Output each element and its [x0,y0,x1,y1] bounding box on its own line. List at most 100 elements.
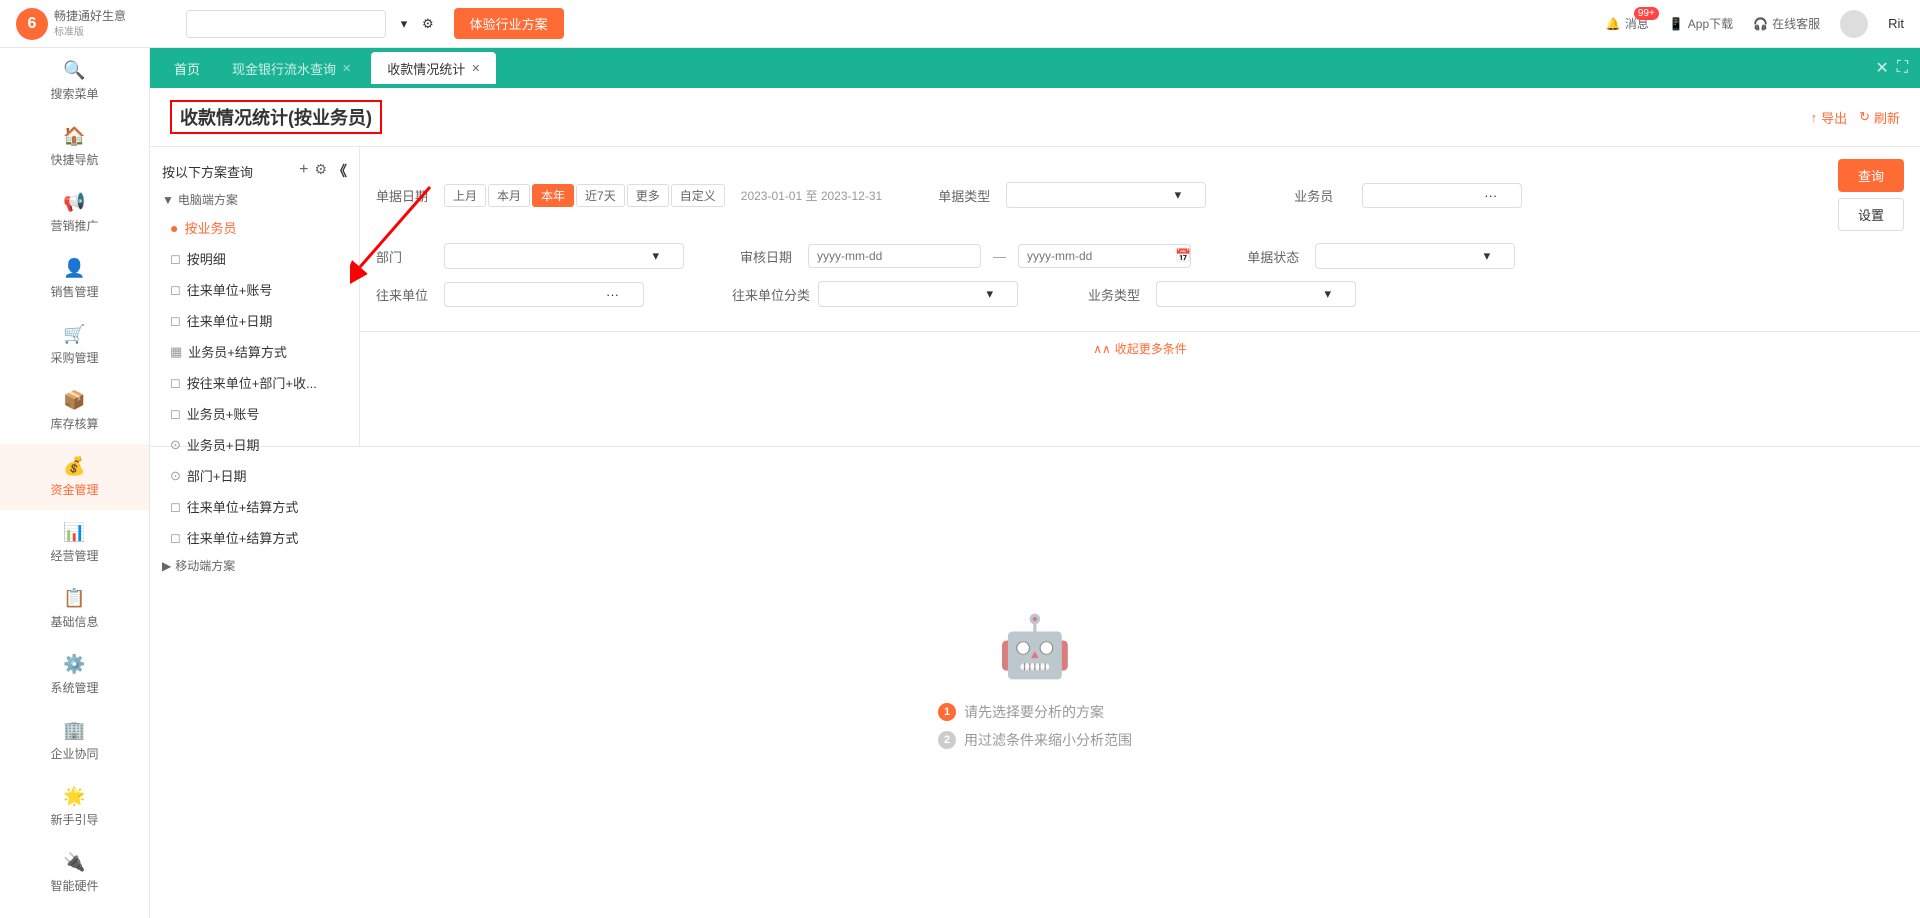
filter-row-1: 单据日期 上月 本月 本年 近7天 更多 自定义 2023-01-01 至 20… [376,159,1904,231]
tab-home[interactable]: 首页 [162,52,212,84]
scheme-item-partner-account[interactable]: ◻ 往来单位+账号 [150,274,359,305]
tab-close-bank-flow[interactable]: ✕ [342,62,351,75]
date-tab-7days[interactable]: 近7天 [576,184,625,207]
scheme-add-btn[interactable]: + [299,161,308,181]
dept-date-icon: ⊙ [170,468,181,484]
sidebar-label-search-menu: 搜索菜单 [50,85,98,102]
date-tab-more[interactable]: 更多 [627,184,669,207]
tab-collection-stats[interactable]: 收款情况统计 ✕ [371,52,496,84]
smart-hw-icon: 🔌 [63,852,85,873]
sidebar-item-marketing[interactable]: 📢 营销推广 [0,180,149,246]
scheme-item-partner-settle2[interactable]: ◻ 往来单位+结算方式 [150,522,359,553]
sidebar-item-system[interactable]: ⚙️ 系统管理 [0,642,149,708]
scheme-item-by-detail[interactable]: ◻ 按明细 [150,243,359,274]
date-tab-this-month[interactable]: 本月 [488,184,530,207]
calendar-icon-start[interactable]: 📅 [1175,248,1191,264]
messages-item[interactable]: 🔔 消息 99+ [1606,15,1649,32]
messages-badge: 99+ [1634,7,1659,20]
filter-dept-item: 部门 ▾ [376,243,684,269]
scheme-item-partner-settle1[interactable]: ◻ 往来单位+结算方式 [150,491,359,522]
page-actions: ↑ 导出 ↻ 刷新 [1811,108,1900,127]
scheme-item-salesperson-settle[interactable]: ▦ 业务员+结算方式 [150,336,359,367]
scheme-item-by-salesperson[interactable]: ● 按业务员 [150,212,359,243]
header-dropdown-icon[interactable]: ▾ [394,14,414,34]
sidebar-item-guide[interactable]: 🌟 新手引导 [0,774,149,840]
sidebar-item-finance[interactable]: 💰 资金管理 [0,444,149,510]
scheme-item-dept-date[interactable]: ⊙ 部门+日期 [150,460,359,491]
settings-btn[interactable]: 设置 [1838,198,1904,231]
partner-more-icon[interactable]: ··· [606,287,619,302]
biz-type-label: 业务类型 [1088,285,1148,304]
doc-status-select[interactable]: ▾ [1315,243,1515,269]
sidebar-label-purchase: 采购管理 [50,349,98,366]
partner-select[interactable]: ··· [444,282,644,307]
sidebar-item-sales[interactable]: 👤 销售管理 [0,246,149,312]
salesperson-icon: ● [170,220,178,236]
settings-icon[interactable]: ⚙ [422,16,434,32]
scheme-settings-btn[interactable]: ⚙ [314,161,327,181]
filter-partner-category-item: 往来单位分类 ▾ [732,281,1032,307]
sidebar-label-smart-hw: 智能硬件 [50,877,98,894]
date-tab-custom[interactable]: 自定义 [671,184,725,207]
user-avatar[interactable] [1840,10,1868,38]
collapse-chevron-icon: ∧∧ [1093,342,1111,356]
edition-badge: 标准版 [54,23,126,38]
collapse-bar[interactable]: ∧∧ 收起更多条件 [360,331,1920,365]
filter-doc-status-item: 单据状态 ▾ [1247,243,1547,269]
sidebar-item-search-menu[interactable]: 🔍 搜索菜单 [0,48,149,114]
sidebar-item-wechat[interactable]: 💬 企业微信 [0,906,149,918]
salesperson-select[interactable]: ··· [1362,183,1522,208]
tab-bank-flow[interactable]: 现金银行流水查询 ✕ [216,52,367,84]
refresh-btn[interactable]: ↻ 刷新 [1859,108,1900,127]
export-btn[interactable]: ↑ 导出 [1811,108,1848,127]
page-title: 收款情况统计(按业务员) [170,100,382,134]
dept-select[interactable]: ▾ [444,243,684,269]
trial-btn[interactable]: 体验行业方案 [454,8,564,39]
user-name[interactable]: Rit [1888,16,1904,31]
main-layout: 🔍 搜索菜单 🏠 快捷导航 📢 营销推广 👤 销售管理 🛒 采购管理 📦 库存核… [0,48,1920,918]
tab-close-collection-stats[interactable]: ✕ [471,62,480,75]
scheme-item-partner-dept[interactable]: ◻ 按往来单位+部门+收... [150,367,359,398]
salesperson-chevron-icon: ··· [1484,188,1497,203]
doc-status-chevron-icon: ▾ [1484,248,1491,264]
sidebar-label-operations: 经营管理 [50,547,98,564]
tab-bar: 首页 现金银行流水查询 ✕ 收款情况统计 ✕ ✕ ⛶ [150,48,1920,88]
tab-bar-close-icon[interactable]: ✕ [1875,58,1888,78]
page-header: 收款情况统计(按业务员) ↑ 导出 ↻ 刷新 [150,88,1920,147]
sidebar-item-operations[interactable]: 📊 经营管理 [0,510,149,576]
scheme-category-mobile[interactable]: ▶ 移动端方案 [150,553,359,578]
sidebar-item-quick-nav[interactable]: 🏠 快捷导航 [0,114,149,180]
doc-type-select[interactable]: ▾ [1006,182,1206,208]
step-num-2: 2 [938,731,956,749]
biz-type-select[interactable]: ▾ [1156,281,1356,307]
online-service-item[interactable]: 🎧 在线客服 [1753,15,1820,32]
query-btn[interactable]: 查询 [1838,159,1904,192]
scheme-category-desktop[interactable]: ▼ 电脑端方案 [150,187,359,212]
scheme-item-salesperson-account[interactable]: ◻ 业务员+账号 [150,398,359,429]
dept-label: 部门 [376,247,436,266]
review-date-end[interactable] [1018,244,1191,268]
doc-type-label: 单据类型 [938,186,998,205]
filter-panel: 按以下方案查询 + ⚙ 《 ▼ 电脑端方案 ● 按业务 [150,147,1920,447]
sidebar-item-enterprise[interactable]: 🏢 企业协同 [0,708,149,774]
scheme-item-partner-date[interactable]: ◻ 往来单位+日期 [150,305,359,336]
filter-actions: 查询 设置 [1838,159,1904,231]
date-tab-last-month[interactable]: 上月 [444,184,486,207]
review-date-start[interactable] [808,244,981,268]
scheme-item-salesperson-date[interactable]: ⊙ 业务员+日期 [150,429,359,460]
date-tab-this-year[interactable]: 本年 [532,184,574,207]
scheme-collapse-btn[interactable]: 《 [333,161,347,181]
salesperson-account-icon: ◻ [170,406,181,422]
sidebar-label-sales: 销售管理 [50,283,98,300]
app-download-item[interactable]: 📱 App下载 [1669,15,1733,32]
sidebar-item-purchase[interactable]: 🛒 采购管理 [0,312,149,378]
tab-bar-expand-icon[interactable]: ⛶ [1897,59,1908,77]
sidebar-item-basic-info[interactable]: 📋 基础信息 [0,576,149,642]
header-search-input[interactable] [186,10,386,38]
sidebar-item-smart-hw[interactable]: 🔌 智能硬件 [0,840,149,906]
sidebar-item-inventory[interactable]: 📦 库存核算 [0,378,149,444]
partner-category-select[interactable]: ▾ [818,281,1018,307]
filter-review-date-item: 审核日期 — 📅 [740,244,1191,268]
logo-area: 6 畅捷通好生意 标准版 [16,8,166,40]
date-range-display: 2023-01-01 至 2023-12-31 [741,187,882,204]
